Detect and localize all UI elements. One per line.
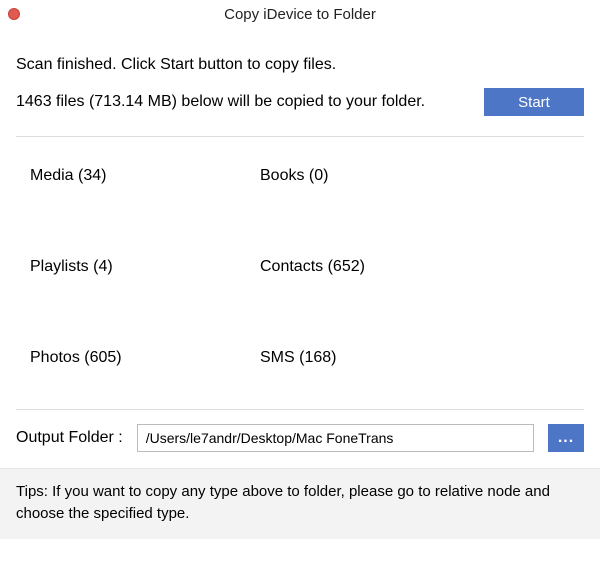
start-button[interactable]: Start — [484, 88, 584, 116]
category-media[interactable]: Media (34) — [30, 167, 260, 185]
browse-button[interactable]: ... — [548, 424, 584, 452]
file-count-text: 1463 files (713.14 MB) below will be cop… — [16, 93, 425, 111]
category-books[interactable]: Books (0) — [260, 167, 584, 185]
category-sms[interactable]: SMS (168) — [260, 349, 584, 367]
category-contacts[interactable]: Contacts (652) — [260, 258, 584, 276]
close-icon[interactable] — [8, 8, 20, 20]
categories-grid: Media (34) Books (0) Playlists (4) Conta… — [0, 137, 600, 397]
scan-status-text: Scan finished. Click Start button to cop… — [16, 56, 584, 74]
output-folder-label: Output Folder : — [16, 429, 123, 447]
status-row: 1463 files (713.14 MB) below will be cop… — [16, 88, 584, 116]
output-folder-input[interactable] — [137, 424, 534, 452]
category-playlists[interactable]: Playlists (4) — [30, 258, 260, 276]
tips-bar: Tips: If you want to copy any type above… — [0, 468, 600, 539]
category-photos[interactable]: Photos (605) — [30, 349, 260, 367]
window-title: Copy iDevice to Folder — [0, 6, 600, 23]
titlebar: Copy iDevice to Folder — [0, 0, 600, 28]
status-area: Scan finished. Click Start button to cop… — [0, 28, 600, 124]
output-folder-row: Output Folder : ... — [0, 410, 600, 468]
